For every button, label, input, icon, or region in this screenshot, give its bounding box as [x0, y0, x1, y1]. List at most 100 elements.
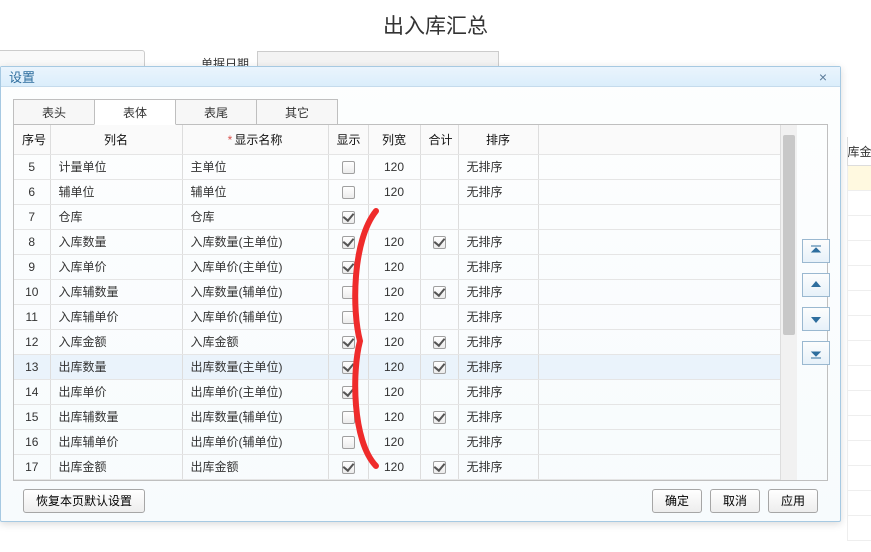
col-sum-header[interactable]: 合计	[420, 125, 458, 154]
table-row[interactable]: 13出库数量出库数量(主单位)120无排序	[14, 354, 797, 379]
cell-show[interactable]	[328, 179, 368, 204]
cell-show[interactable]	[328, 379, 368, 404]
checkbox[interactable]	[342, 286, 355, 299]
cell-name[interactable]: 计量单位	[50, 154, 182, 179]
cell-show[interactable]	[328, 329, 368, 354]
cell-width[interactable]: 120	[368, 304, 420, 329]
cell-width[interactable]: 120	[368, 329, 420, 354]
cell-width[interactable]: 120	[368, 379, 420, 404]
table-row[interactable]: 14出库单价出库单价(主单位)120无排序	[14, 379, 797, 404]
cell-display[interactable]: 辅单位	[182, 179, 328, 204]
cell-sum[interactable]	[420, 154, 458, 179]
cell-sort[interactable]: 无排序	[458, 279, 538, 304]
apply-button[interactable]: 应用	[768, 489, 818, 513]
checkbox[interactable]	[342, 411, 355, 424]
cell-display[interactable]: 出库数量(主单位)	[182, 354, 328, 379]
cell-display[interactable]: 入库单价(辅单位)	[182, 304, 328, 329]
checkbox[interactable]	[433, 461, 446, 474]
checkbox[interactable]	[433, 411, 446, 424]
cell-name[interactable]: 仓库	[50, 204, 182, 229]
cell-display[interactable]: 出库单价(辅单位)	[182, 429, 328, 454]
cell-sort[interactable]: 无排序	[458, 454, 538, 479]
cell-name[interactable]: 出库数量	[50, 354, 182, 379]
cell-sort[interactable]: 无排序	[458, 429, 538, 454]
table-row[interactable]: 9入库单价入库单价(主单位)120无排序	[14, 254, 797, 279]
cell-sort[interactable]: 无排序	[458, 229, 538, 254]
cell-show[interactable]	[328, 254, 368, 279]
col-width-header[interactable]: 列宽	[368, 125, 420, 154]
table-row[interactable]: 5计量单位主单位120无排序	[14, 154, 797, 179]
cell-name[interactable]: 入库数量	[50, 229, 182, 254]
table-row[interactable]: 10入库辅数量入库数量(辅单位)120无排序	[14, 279, 797, 304]
cell-sort[interactable]: 无排序	[458, 354, 538, 379]
cell-display[interactable]: 主单位	[182, 154, 328, 179]
checkbox[interactable]	[433, 286, 446, 299]
checkbox[interactable]	[342, 211, 355, 224]
cell-show[interactable]	[328, 454, 368, 479]
cancel-button[interactable]: 取消	[710, 489, 760, 513]
cell-width[interactable]: 120	[368, 279, 420, 304]
checkbox[interactable]	[342, 161, 355, 174]
cell-sum[interactable]	[420, 254, 458, 279]
cell-sum[interactable]	[420, 204, 458, 229]
close-icon[interactable]: ×	[814, 68, 832, 86]
table-row[interactable]: 17出库金额出库金额120无排序	[14, 454, 797, 479]
checkbox[interactable]	[342, 436, 355, 449]
checkbox[interactable]	[342, 186, 355, 199]
cell-sort[interactable]: 无排序	[458, 254, 538, 279]
cell-display[interactable]: 出库单价(主单位)	[182, 379, 328, 404]
cell-width[interactable]: 120	[368, 454, 420, 479]
cell-display[interactable]: 入库金额	[182, 329, 328, 354]
checkbox[interactable]	[342, 236, 355, 249]
cell-display[interactable]: 入库数量(主单位)	[182, 229, 328, 254]
cell-show[interactable]	[328, 229, 368, 254]
cell-sum[interactable]	[420, 279, 458, 304]
cell-sort[interactable]: 无排序	[458, 304, 538, 329]
cell-sort[interactable]: 无排序	[458, 329, 538, 354]
cell-width[interactable]: 120	[368, 404, 420, 429]
col-sort-header[interactable]: 排序	[458, 125, 538, 154]
cell-name[interactable]: 出库辅单价	[50, 429, 182, 454]
checkbox[interactable]	[342, 361, 355, 374]
cell-show[interactable]	[328, 204, 368, 229]
cell-show[interactable]	[328, 429, 368, 454]
cell-sort[interactable]: 无排序	[458, 379, 538, 404]
cell-name[interactable]: 出库金额	[50, 454, 182, 479]
cell-sort[interactable]: 无排序	[458, 154, 538, 179]
cell-width[interactable]: 120	[368, 254, 420, 279]
checkbox[interactable]	[433, 361, 446, 374]
scroll-thumb[interactable]	[783, 135, 795, 335]
col-display-header[interactable]: *显示名称	[182, 125, 328, 154]
cell-display[interactable]: 仓库	[182, 204, 328, 229]
grid-scrollbar[interactable]	[780, 125, 797, 480]
cell-name[interactable]: 入库单价	[50, 254, 182, 279]
cell-sum[interactable]	[420, 454, 458, 479]
cell-name[interactable]: 出库单价	[50, 379, 182, 404]
cell-display[interactable]: 出库数量(辅单位)	[182, 404, 328, 429]
cell-sum[interactable]	[420, 229, 458, 254]
cell-width[interactable]	[368, 204, 420, 229]
checkbox[interactable]	[342, 336, 355, 349]
tab-footer[interactable]: 表尾	[175, 99, 257, 125]
tab-header[interactable]: 表头	[13, 99, 95, 125]
checkbox[interactable]	[433, 336, 446, 349]
move-down-button[interactable]	[802, 307, 830, 331]
col-seq-header[interactable]: 序号	[14, 125, 50, 154]
cell-sum[interactable]	[420, 379, 458, 404]
cell-sum[interactable]	[420, 329, 458, 354]
table-row[interactable]: 6辅单位辅单位120无排序	[14, 179, 797, 204]
cell-display[interactable]: 入库单价(主单位)	[182, 254, 328, 279]
cell-sort[interactable]	[458, 204, 538, 229]
cell-sort[interactable]: 无排序	[458, 179, 538, 204]
move-top-button[interactable]	[802, 239, 830, 263]
cell-width[interactable]: 120	[368, 179, 420, 204]
ok-button[interactable]: 确定	[652, 489, 702, 513]
table-row[interactable]: 8入库数量入库数量(主单位)120无排序	[14, 229, 797, 254]
cell-display[interactable]: 出库金额	[182, 454, 328, 479]
cell-name[interactable]: 出库辅数量	[50, 404, 182, 429]
table-row[interactable]: 12入库金额入库金额120无排序	[14, 329, 797, 354]
checkbox[interactable]	[342, 386, 355, 399]
tab-other[interactable]: 其它	[256, 99, 338, 125]
checkbox[interactable]	[342, 311, 355, 324]
checkbox[interactable]	[342, 461, 355, 474]
